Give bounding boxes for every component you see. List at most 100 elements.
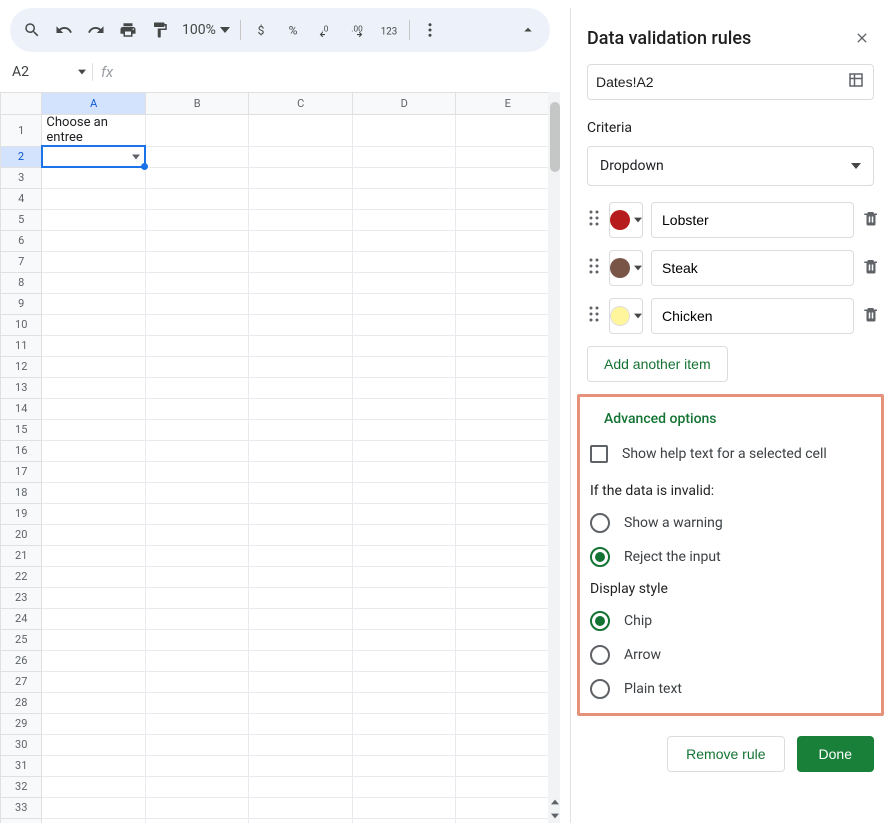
col-header-b[interactable]: B xyxy=(145,93,249,115)
help-text-checkbox[interactable] xyxy=(590,445,608,463)
cell[interactable] xyxy=(456,755,560,776)
vertical-scrollbar[interactable] xyxy=(548,92,560,823)
cell[interactable] xyxy=(249,115,353,147)
cell[interactable] xyxy=(249,188,353,209)
cell[interactable] xyxy=(352,188,456,209)
color-chip[interactable] xyxy=(609,298,643,334)
cell[interactable] xyxy=(145,776,249,797)
row-header[interactable]: 23 xyxy=(1,587,42,608)
redo-icon[interactable] xyxy=(82,16,110,44)
cell[interactable] xyxy=(42,671,146,692)
col-header-a[interactable]: A xyxy=(42,93,146,115)
close-icon[interactable] xyxy=(850,26,874,50)
paint-format-icon[interactable] xyxy=(146,16,174,44)
cell[interactable] xyxy=(42,545,146,566)
cell[interactable] xyxy=(352,545,456,566)
cell[interactable] xyxy=(42,314,146,335)
cell[interactable] xyxy=(249,503,353,524)
item-value-input[interactable] xyxy=(651,250,854,286)
row-header[interactable]: 30 xyxy=(1,734,42,755)
cell[interactable] xyxy=(249,587,353,608)
arrow-radio[interactable] xyxy=(590,645,610,665)
dropdown-caret-icon[interactable] xyxy=(132,154,140,159)
cell[interactable] xyxy=(456,566,560,587)
cell[interactable] xyxy=(456,650,560,671)
cell[interactable] xyxy=(145,377,249,398)
cell[interactable] xyxy=(145,545,249,566)
cell[interactable] xyxy=(145,115,249,147)
item-value-input[interactable] xyxy=(651,298,854,334)
cell[interactable] xyxy=(249,251,353,272)
cell[interactable] xyxy=(352,272,456,293)
cell[interactable] xyxy=(456,503,560,524)
cell[interactable] xyxy=(145,692,249,713)
cell[interactable] xyxy=(456,188,560,209)
row-header[interactable]: 16 xyxy=(1,440,42,461)
cell[interactable] xyxy=(145,755,249,776)
more-formats-icon[interactable]: 123 xyxy=(375,16,403,44)
color-chip[interactable] xyxy=(609,202,643,238)
row-header[interactable]: 31 xyxy=(1,755,42,776)
delete-icon[interactable] xyxy=(862,209,880,231)
cell[interactable] xyxy=(42,713,146,734)
cell[interactable] xyxy=(249,713,353,734)
cell[interactable] xyxy=(145,650,249,671)
cell[interactable] xyxy=(145,524,249,545)
advanced-options-title[interactable]: Advanced options xyxy=(590,411,871,427)
cell[interactable] xyxy=(352,692,456,713)
cell[interactable] xyxy=(456,167,560,188)
cell[interactable] xyxy=(42,503,146,524)
cell[interactable] xyxy=(145,419,249,440)
cell[interactable] xyxy=(42,272,146,293)
range-input[interactable] xyxy=(587,64,874,100)
cell[interactable] xyxy=(249,461,353,482)
cell[interactable] xyxy=(249,608,353,629)
cell[interactable] xyxy=(456,461,560,482)
cell[interactable] xyxy=(352,440,456,461)
cell[interactable] xyxy=(42,440,146,461)
row-header[interactable]: 15 xyxy=(1,419,42,440)
cell[interactable] xyxy=(456,293,560,314)
cell[interactable] xyxy=(42,734,146,755)
cell[interactable] xyxy=(145,314,249,335)
cell[interactable] xyxy=(42,524,146,545)
cell[interactable] xyxy=(456,115,560,147)
cell[interactable] xyxy=(352,776,456,797)
cell[interactable] xyxy=(249,377,353,398)
cell[interactable] xyxy=(249,209,353,230)
cell[interactable] xyxy=(249,335,353,356)
cell[interactable] xyxy=(352,377,456,398)
cell[interactable] xyxy=(249,146,353,167)
cell[interactable] xyxy=(249,293,353,314)
cell[interactable] xyxy=(352,335,456,356)
cell[interactable] xyxy=(352,524,456,545)
row-header[interactable]: 32 xyxy=(1,776,42,797)
cell[interactable] xyxy=(352,419,456,440)
cell[interactable] xyxy=(456,146,560,167)
cell[interactable] xyxy=(42,587,146,608)
cell[interactable] xyxy=(42,251,146,272)
cell[interactable] xyxy=(456,734,560,755)
cell[interactable] xyxy=(145,608,249,629)
cell[interactable] xyxy=(249,650,353,671)
cell[interactable] xyxy=(352,461,456,482)
add-item-button[interactable]: Add another item xyxy=(587,346,728,382)
chip-radio[interactable] xyxy=(590,611,610,631)
cell[interactable] xyxy=(249,776,353,797)
select-all-corner[interactable] xyxy=(1,93,42,115)
cell[interactable] xyxy=(456,209,560,230)
cell[interactable] xyxy=(352,251,456,272)
cell[interactable] xyxy=(352,818,456,823)
cell[interactable] xyxy=(42,230,146,251)
cell[interactable] xyxy=(352,230,456,251)
cell[interactable] xyxy=(42,209,146,230)
cell[interactable] xyxy=(456,818,560,823)
cell[interactable] xyxy=(456,356,560,377)
row-header[interactable]: 13 xyxy=(1,377,42,398)
cell[interactable] xyxy=(456,251,560,272)
cell[interactable] xyxy=(456,398,560,419)
row-header[interactable]: 1 xyxy=(1,115,42,147)
row-header[interactable]: 34 xyxy=(1,818,42,823)
cell[interactable] xyxy=(145,167,249,188)
row-header[interactable]: 8 xyxy=(1,272,42,293)
